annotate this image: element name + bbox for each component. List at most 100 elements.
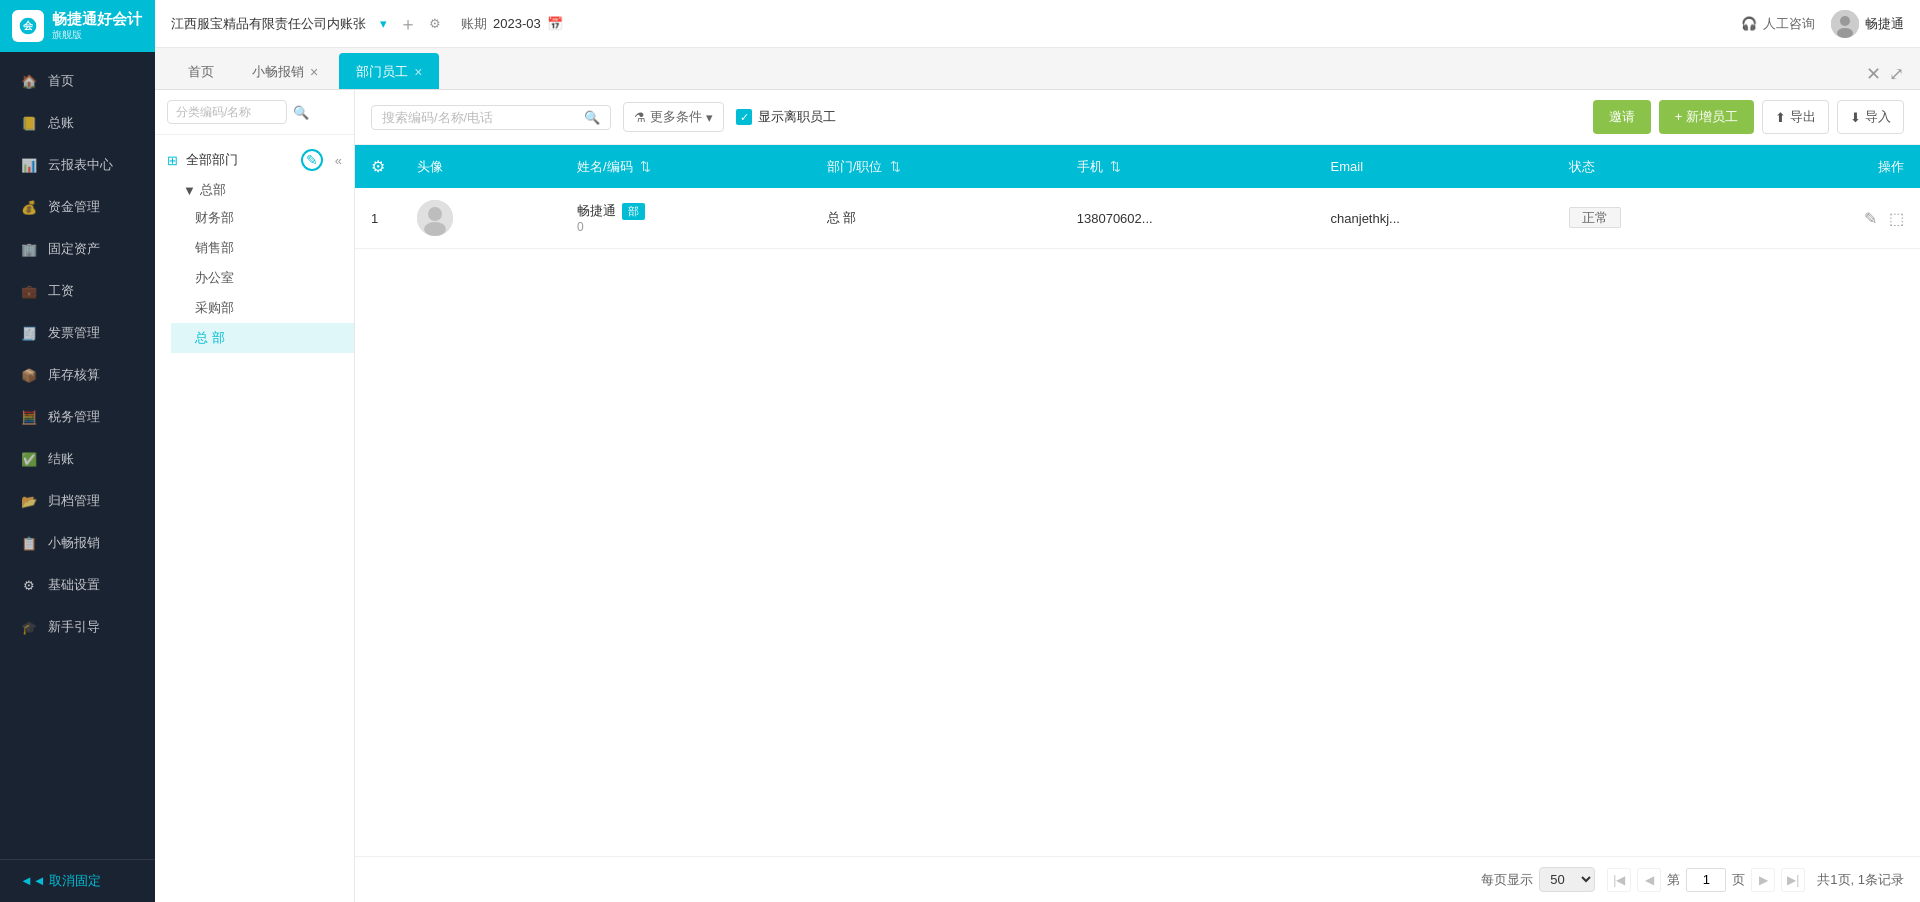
import-icon: ⬇ xyxy=(1850,110,1861,125)
employee-search-input[interactable] xyxy=(382,110,578,125)
prev-page-button[interactable]: ◀ xyxy=(1637,868,1661,892)
sidebar-label-settings: 基础设置 xyxy=(48,576,100,594)
sidebar-item-salary[interactable]: 💼 工资 xyxy=(0,270,155,312)
dept-search-input[interactable] xyxy=(167,100,287,124)
sidebar-item-invoice[interactable]: 🧾 发票管理 xyxy=(0,312,155,354)
sidebar-item-reports[interactable]: 📊 云报表中心 xyxy=(0,144,155,186)
user-button[interactable]: 畅捷通 xyxy=(1831,10,1904,38)
logout-employee-button[interactable]: ⬚ xyxy=(1889,209,1904,228)
company-dropdown-icon[interactable]: ▾ xyxy=(380,16,387,31)
sidebar-item-archive[interactable]: 📂 归档管理 xyxy=(0,480,155,522)
col-name[interactable]: 姓名/编码 ⇅ xyxy=(561,145,811,188)
import-button[interactable]: ⬇ 导入 xyxy=(1837,100,1904,134)
col-email: Email xyxy=(1315,145,1553,188)
sidebar-item-capital[interactable]: 💰 资金管理 xyxy=(0,186,155,228)
dept-edit-button[interactable]: ✎ xyxy=(301,149,323,171)
first-page-button[interactable]: |◀ xyxy=(1607,868,1631,892)
export-button[interactable]: ⬆ 导出 xyxy=(1762,100,1829,134)
sidebar-label-home: 首页 xyxy=(48,72,74,90)
tab-home-label: 首页 xyxy=(188,63,214,81)
add-employee-button[interactable]: + 新增员工 xyxy=(1659,100,1754,134)
tab-bar: 首页 小畅报销 × 部门员工 × ✕ ⤢ xyxy=(155,48,1920,90)
dept-node-purchasing[interactable]: 采购部 xyxy=(171,293,354,323)
employee-search-icon[interactable]: 🔍 xyxy=(584,110,600,125)
dept-node-general[interactable]: 总 部 xyxy=(171,323,354,353)
headset-icon: 🎧 xyxy=(1741,16,1757,31)
sidebar-label-inventory: 库存核算 xyxy=(48,366,100,384)
sidebar-label-invoice: 发票管理 xyxy=(48,324,100,342)
topbar: 江西服宝精品有限责任公司内账张 ▾ ＋ ⚙ 账期 2023-03 📅 🎧 人工咨… xyxy=(155,0,1920,48)
sidebar-item-home[interactable]: 🏠 首页 xyxy=(0,60,155,102)
sidebar-logo[interactable]: 会 畅捷通好会计 旗舰版 xyxy=(0,0,155,52)
calendar-icon[interactable]: 📅 xyxy=(547,16,563,31)
edit-employee-button[interactable]: ✎ xyxy=(1864,209,1877,228)
add-company-icon[interactable]: ＋ xyxy=(399,12,417,36)
settings-icon[interactable]: ⚙ xyxy=(429,16,441,31)
table-gear-icon[interactable]: ⚙ xyxy=(371,158,385,175)
sidebar-item-tax[interactable]: 🧮 税务管理 xyxy=(0,396,155,438)
dept-node-sales[interactable]: 销售部 xyxy=(171,233,354,263)
employee-table-wrap: ⚙ 头像 姓名/编码 ⇅ 部门/职位 ⇅ 手机 ⇅ Email 状态 操作 xyxy=(355,145,1920,856)
ledger-icon: 📒 xyxy=(20,114,38,132)
tab-xiaochang[interactable]: 小畅报销 × xyxy=(235,53,335,89)
tab-home[interactable]: 首页 xyxy=(171,53,231,89)
assets-icon: 🏢 xyxy=(20,240,38,258)
filter-button[interactable]: ⚗ 更多条件 ▾ xyxy=(623,102,724,132)
total-records-label: 共1页, 1条记录 xyxy=(1817,871,1904,889)
per-page-label: 每页显示 xyxy=(1481,871,1533,889)
svg-text:会: 会 xyxy=(22,20,34,31)
invite-button[interactable]: 邀请 xyxy=(1593,100,1651,134)
sidebar-item-settings[interactable]: ⚙ 基础设置 xyxy=(0,564,155,606)
tab-xiaochang-close[interactable]: × xyxy=(310,64,318,80)
tab-dept-employee[interactable]: 部门员工 × xyxy=(339,53,439,89)
home-icon: 🏠 xyxy=(20,72,38,90)
tab-dept-employee-close[interactable]: × xyxy=(414,64,422,80)
sidebar-item-checkout[interactable]: ✅ 结账 xyxy=(0,438,155,480)
all-dept-header[interactable]: ⊞ 全部部门 ✎ « xyxy=(155,143,354,177)
next-page-button[interactable]: ▶ xyxy=(1751,868,1775,892)
col-gear[interactable]: ⚙ xyxy=(355,145,401,188)
period-value[interactable]: 2023-03 xyxy=(493,16,541,31)
sidebar-item-assets[interactable]: 🏢 固定资产 xyxy=(0,228,155,270)
sidebar-item-xiaochang[interactable]: 📋 小畅报销 xyxy=(0,522,155,564)
checkout-icon: ✅ xyxy=(20,450,38,468)
row-action-area: ✎ ⬚ xyxy=(1767,209,1904,228)
dept-search-icon[interactable]: 🔍 xyxy=(293,105,309,120)
table-panel: 🔍 ⚗ 更多条件 ▾ ✓ 显示离职员工 邀请 + 新增员工 ⬆ 导出 xyxy=(355,90,1920,902)
employee-table: ⚙ 头像 姓名/编码 ⇅ 部门/职位 ⇅ 手机 ⇅ Email 状态 操作 xyxy=(355,145,1920,249)
sidebar-label-ledger: 总账 xyxy=(48,114,74,132)
dept-group-root: ▼ 总部 财务部 销售部 办公室 采购部 总 部 xyxy=(155,177,354,353)
dept-collapse-icon[interactable]: « xyxy=(335,153,342,168)
service-button[interactable]: 🎧 人工咨询 xyxy=(1741,15,1815,33)
per-page-area: 每页显示 50 10 20 100 xyxy=(1481,867,1595,892)
company-name[interactable]: 江西服宝精品有限责任公司内账张 xyxy=(171,15,366,33)
table-row: 1 畅捷通 部 0 总 部 138070602... chanjethkj...… xyxy=(355,188,1920,249)
tab-close-all-icon[interactable]: ✕ xyxy=(1866,63,1881,85)
salary-icon: 💼 xyxy=(20,282,38,300)
filter-label: 更多条件 xyxy=(650,108,702,126)
filter-icon: ⚗ xyxy=(634,110,646,125)
sidebar-item-ledger[interactable]: 📒 总账 xyxy=(0,102,155,144)
col-actions: 操作 xyxy=(1751,145,1920,188)
row-avatar xyxy=(401,188,561,249)
avatar xyxy=(417,200,453,236)
table-action-buttons: 邀请 + 新增员工 ⬆ 导出 ⬇ 导入 xyxy=(1593,100,1904,134)
last-page-button[interactable]: ▶| xyxy=(1781,868,1805,892)
dept-root-label[interactable]: ▼ 总部 xyxy=(171,177,354,203)
page-input[interactable] xyxy=(1686,868,1726,892)
sidebar-item-inventory[interactable]: 📦 库存核算 xyxy=(0,354,155,396)
employee-search-box: 🔍 xyxy=(371,105,611,130)
tab-expand-icon[interactable]: ⤢ xyxy=(1889,63,1904,85)
sidebar-item-guide[interactable]: 🎓 新手引导 xyxy=(0,606,155,648)
svg-point-3 xyxy=(1840,16,1850,26)
col-phone[interactable]: 手机 ⇅ xyxy=(1061,145,1315,188)
per-page-select[interactable]: 50 10 20 100 xyxy=(1539,867,1595,892)
show-resigned-checkbox[interactable]: ✓ xyxy=(736,109,752,125)
show-resigned-toggle[interactable]: ✓ 显示离职员工 xyxy=(736,108,836,126)
archive-icon: 📂 xyxy=(20,492,38,510)
settings-icon: ⚙ xyxy=(20,576,38,594)
sidebar-cancel-pin[interactable]: ◄◄ 取消固定 xyxy=(0,859,155,902)
col-dept[interactable]: 部门/职位 ⇅ xyxy=(811,145,1061,188)
dept-node-finance[interactable]: 财务部 xyxy=(171,203,354,233)
dept-node-office[interactable]: 办公室 xyxy=(171,263,354,293)
